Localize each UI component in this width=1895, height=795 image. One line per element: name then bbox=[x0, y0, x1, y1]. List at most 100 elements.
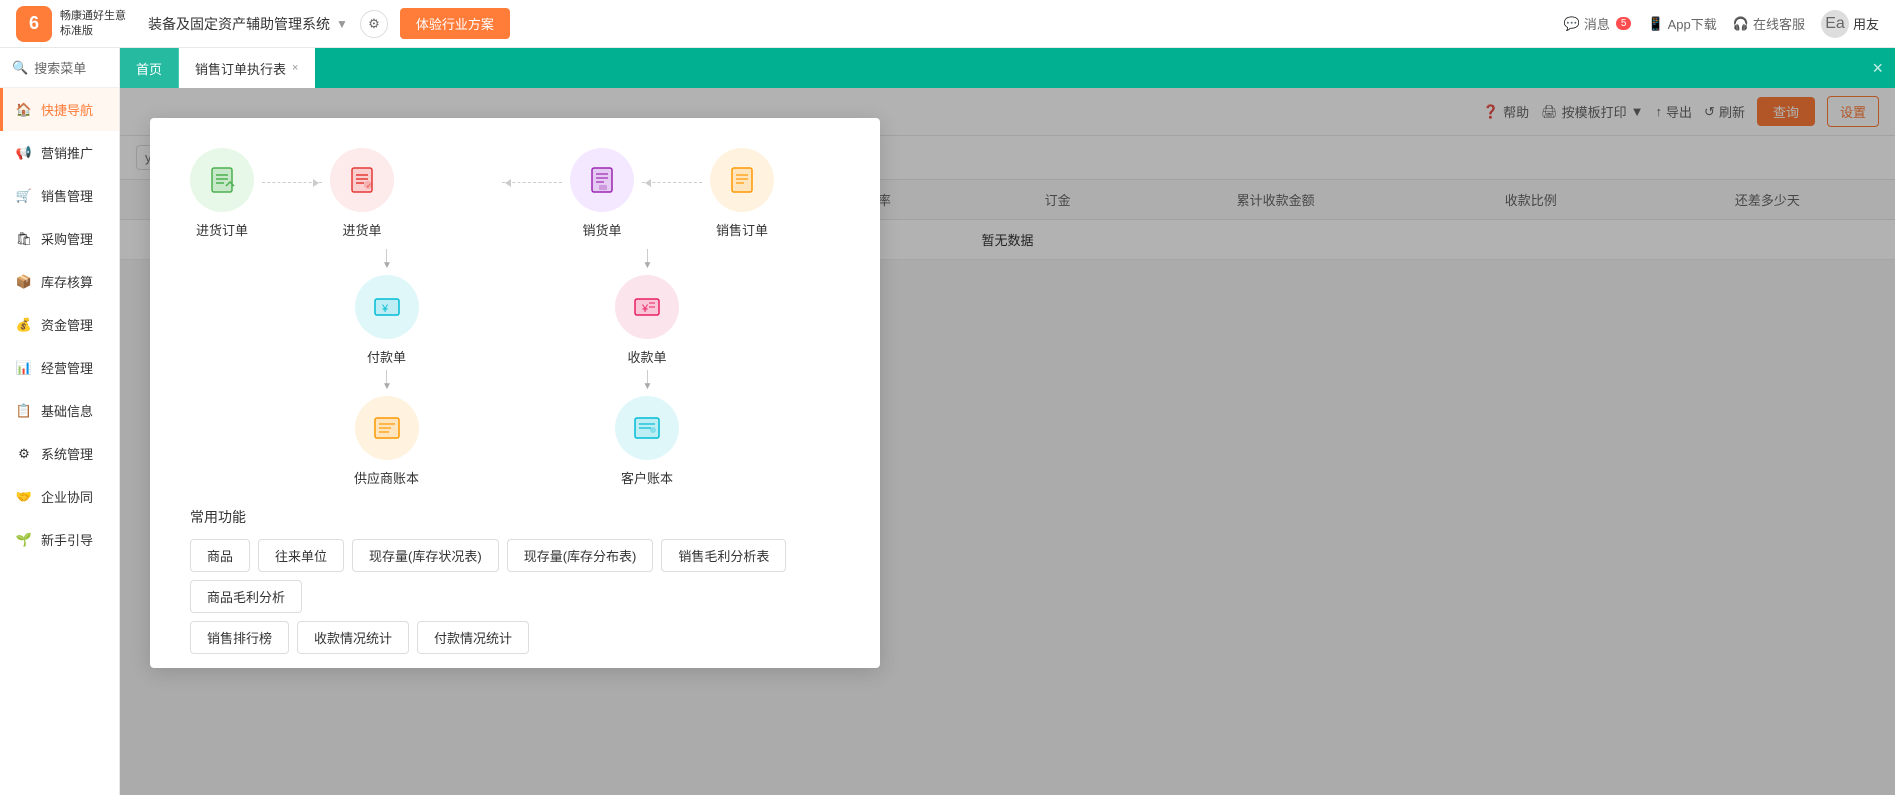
purchase-order-label: 进货订单 bbox=[196, 220, 248, 239]
modal-overlay[interactable]: 进货订单 bbox=[120, 88, 1895, 795]
app-container: 6 畅康通好生意 标准版 装备及固定资产辅助管理系统 ▼ ⚙ 体验行业方案 💬 … bbox=[0, 0, 1895, 795]
logo-area: 6 畅康通好生意 标准版 bbox=[16, 6, 136, 42]
search-icon: 🔍 bbox=[12, 60, 28, 76]
purchase-bill-label: 进货单 bbox=[342, 220, 381, 239]
supplier-label: 供应商账本 bbox=[354, 468, 419, 487]
purchase-icon: 🛍 bbox=[15, 230, 33, 248]
basic-info-icon: 📋 bbox=[15, 402, 33, 420]
arrow-1 bbox=[254, 182, 330, 205]
enterprise-icon: 🤝 bbox=[15, 488, 33, 506]
common-buttons-row-1: 商品 往来单位 现存量(库存状况表) 现存量(库存分布表) 销售毛利分析表 商品… bbox=[190, 539, 840, 613]
tab-bar: 首页 销售订单执行表 × × bbox=[120, 48, 1895, 88]
payment-col: ▼ ¥ bbox=[354, 249, 419, 487]
btn-sales-ranking[interactable]: 销售排行榜 bbox=[190, 621, 289, 654]
operations-icon: 📊 bbox=[15, 359, 33, 377]
sidebar-item-newbie[interactable]: 🌱 新手引导 bbox=[0, 518, 119, 561]
main-layout: 🔍 搜索菜单 🏠 快捷导航 📢 营销推广 🛒 销售管理 🛍 采购管理 📦 bbox=[0, 48, 1895, 795]
flow-section: 进货订单 bbox=[190, 148, 840, 487]
btn-stock-dist[interactable]: 现存量(库存分布表) bbox=[507, 539, 654, 572]
arrow-3 bbox=[634, 182, 710, 205]
content-area: 首页 销售订单执行表 × × ❓ 帮助 bbox=[120, 48, 1895, 795]
flow-node-sales-bill[interactable]: 销货单 bbox=[570, 148, 634, 239]
arrow-2 bbox=[494, 182, 570, 205]
btn-payment-stats[interactable]: 付款情况统计 bbox=[417, 621, 529, 654]
sidebar-item-marketing[interactable]: 📢 营销推广 bbox=[0, 131, 119, 174]
supplier-icon bbox=[355, 396, 419, 460]
close-all-button[interactable]: × bbox=[1872, 58, 1883, 78]
btn-stock-status[interactable]: 现存量(库存状况表) bbox=[352, 539, 499, 572]
btn-product-margin[interactable]: 商品毛利分析 bbox=[190, 580, 302, 613]
sidebar-item-sales[interactable]: 🛒 销售管理 bbox=[0, 174, 119, 217]
logo-icon: 6 bbox=[16, 6, 52, 42]
system-dropdown-icon[interactable]: ▼ bbox=[336, 17, 348, 31]
flow-node-payment[interactable]: ¥ 付款单 bbox=[355, 275, 419, 366]
payment-icon: ¥ bbox=[355, 275, 419, 339]
sidebar-item-basic-info[interactable]: 📋 基础信息 bbox=[0, 389, 119, 432]
receipt-col: ▼ ¥ bbox=[615, 249, 679, 487]
sidebar-item-finance[interactable]: 💰 资金管理 bbox=[0, 303, 119, 346]
svg-text:✓: ✓ bbox=[366, 183, 372, 190]
svg-text:¥: ¥ bbox=[641, 303, 649, 315]
flow-row-1: 进货订单 bbox=[190, 148, 840, 239]
purchase-bill-icon: ✓ bbox=[330, 148, 394, 212]
flow-node-customer[interactable]: 客户账本 bbox=[615, 396, 679, 487]
top-bar: 6 畅康通好生意 标准版 装备及固定资产辅助管理系统 ▼ ⚙ 体验行业方案 💬 … bbox=[0, 0, 1895, 48]
online-service-button[interactable]: 🎧 在线客服 bbox=[1733, 14, 1805, 33]
marketing-icon: 📢 bbox=[15, 144, 33, 162]
inventory-icon: 📦 bbox=[15, 273, 33, 291]
message-button[interactable]: 💬 消息 5 bbox=[1564, 14, 1632, 33]
common-functions-section: 常用功能 商品 往来单位 现存量(库存状况表) 现存量(库存分布表) 销售毛利分… bbox=[190, 507, 840, 654]
system-title: 装备及固定资产辅助管理系统 ▼ bbox=[148, 14, 348, 34]
search-menu[interactable]: 🔍 搜索菜单 bbox=[0, 48, 119, 88]
customer-label: 客户账本 bbox=[621, 468, 673, 487]
common-functions-title: 常用功能 bbox=[190, 507, 840, 527]
flow-node-supplier[interactable]: 供应商账本 bbox=[354, 396, 419, 487]
receipt-label: 收款单 bbox=[628, 347, 667, 366]
message-icon: 💬 bbox=[1564, 16, 1580, 32]
payment-label: 付款单 bbox=[367, 347, 406, 366]
app-download-button[interactable]: 📱 App下载 bbox=[1647, 14, 1716, 33]
tab-sales-order-execution[interactable]: 销售订单执行表 × bbox=[179, 48, 315, 88]
message-badge: 5 bbox=[1616, 17, 1632, 30]
customer-icon bbox=[615, 396, 679, 460]
sidebar-item-enterprise[interactable]: 🤝 企业协同 bbox=[0, 475, 119, 518]
svg-text:¥: ¥ bbox=[381, 303, 389, 315]
btn-product[interactable]: 商品 bbox=[190, 539, 250, 572]
btn-sales-margin[interactable]: 销售毛利分析表 bbox=[661, 539, 786, 572]
flow-node-sales-order[interactable]: 销售订单 bbox=[710, 148, 774, 239]
settings-button[interactable]: ⚙ bbox=[360, 10, 388, 38]
tab-bar-end: × bbox=[1872, 58, 1895, 79]
btn-partner[interactable]: 往来单位 bbox=[258, 539, 344, 572]
btn-receipt-stats[interactable]: 收款情况统计 bbox=[297, 621, 409, 654]
tab-close-icon[interactable]: × bbox=[292, 62, 298, 74]
common-buttons-row-2: 销售排行榜 收款情况统计 付款情况统计 bbox=[190, 621, 840, 654]
service-icon: 🎧 bbox=[1733, 16, 1749, 32]
newbie-icon: 🌱 bbox=[15, 531, 33, 549]
modal-box: 进货订单 bbox=[150, 118, 880, 668]
flow-row-2-container: ▼ ¥ bbox=[190, 249, 840, 487]
experience-button[interactable]: 体验行业方案 bbox=[400, 8, 510, 39]
sidebar-item-system[interactable]: ⚙ 系统管理 bbox=[0, 432, 119, 475]
page-content: ❓ 帮助 🖨 按模板打印 ▼ ↑ 导出 ↺ bbox=[120, 88, 1895, 795]
purchase-order-icon bbox=[190, 148, 254, 212]
sidebar-item-quick-nav[interactable]: 🏠 快捷导航 bbox=[0, 88, 119, 131]
user-area[interactable]: Ea 用友 bbox=[1821, 10, 1879, 38]
download-icon: 📱 bbox=[1647, 16, 1663, 32]
flow-node-receipt[interactable]: ¥ 收款单 bbox=[615, 275, 679, 366]
sales-order-icon bbox=[710, 148, 774, 212]
logo-text: 畅康通好生意 标准版 bbox=[60, 9, 126, 38]
sales-icon: 🛒 bbox=[15, 187, 33, 205]
tab-home[interactable]: 首页 bbox=[120, 48, 179, 88]
finance-icon: 💰 bbox=[15, 316, 33, 334]
sidebar-item-operations[interactable]: 📊 经营管理 bbox=[0, 346, 119, 389]
sales-order-label: 销售订单 bbox=[716, 220, 768, 239]
system-icon: ⚙ bbox=[15, 445, 33, 463]
sidebar-item-inventory[interactable]: 📦 库存核算 bbox=[0, 260, 119, 303]
sales-bill-icon bbox=[570, 148, 634, 212]
top-right-area: 💬 消息 5 📱 App下载 🎧 在线客服 Ea 用友 bbox=[1564, 10, 1879, 38]
receipt-icon: ¥ bbox=[615, 275, 679, 339]
sidebar-item-purchase[interactable]: 🛍 采购管理 bbox=[0, 217, 119, 260]
avatar: Ea bbox=[1821, 10, 1849, 38]
flow-node-purchase-order[interactable]: 进货订单 bbox=[190, 148, 254, 239]
flow-node-purchase-bill[interactable]: ✓ 进货单 bbox=[330, 148, 394, 239]
